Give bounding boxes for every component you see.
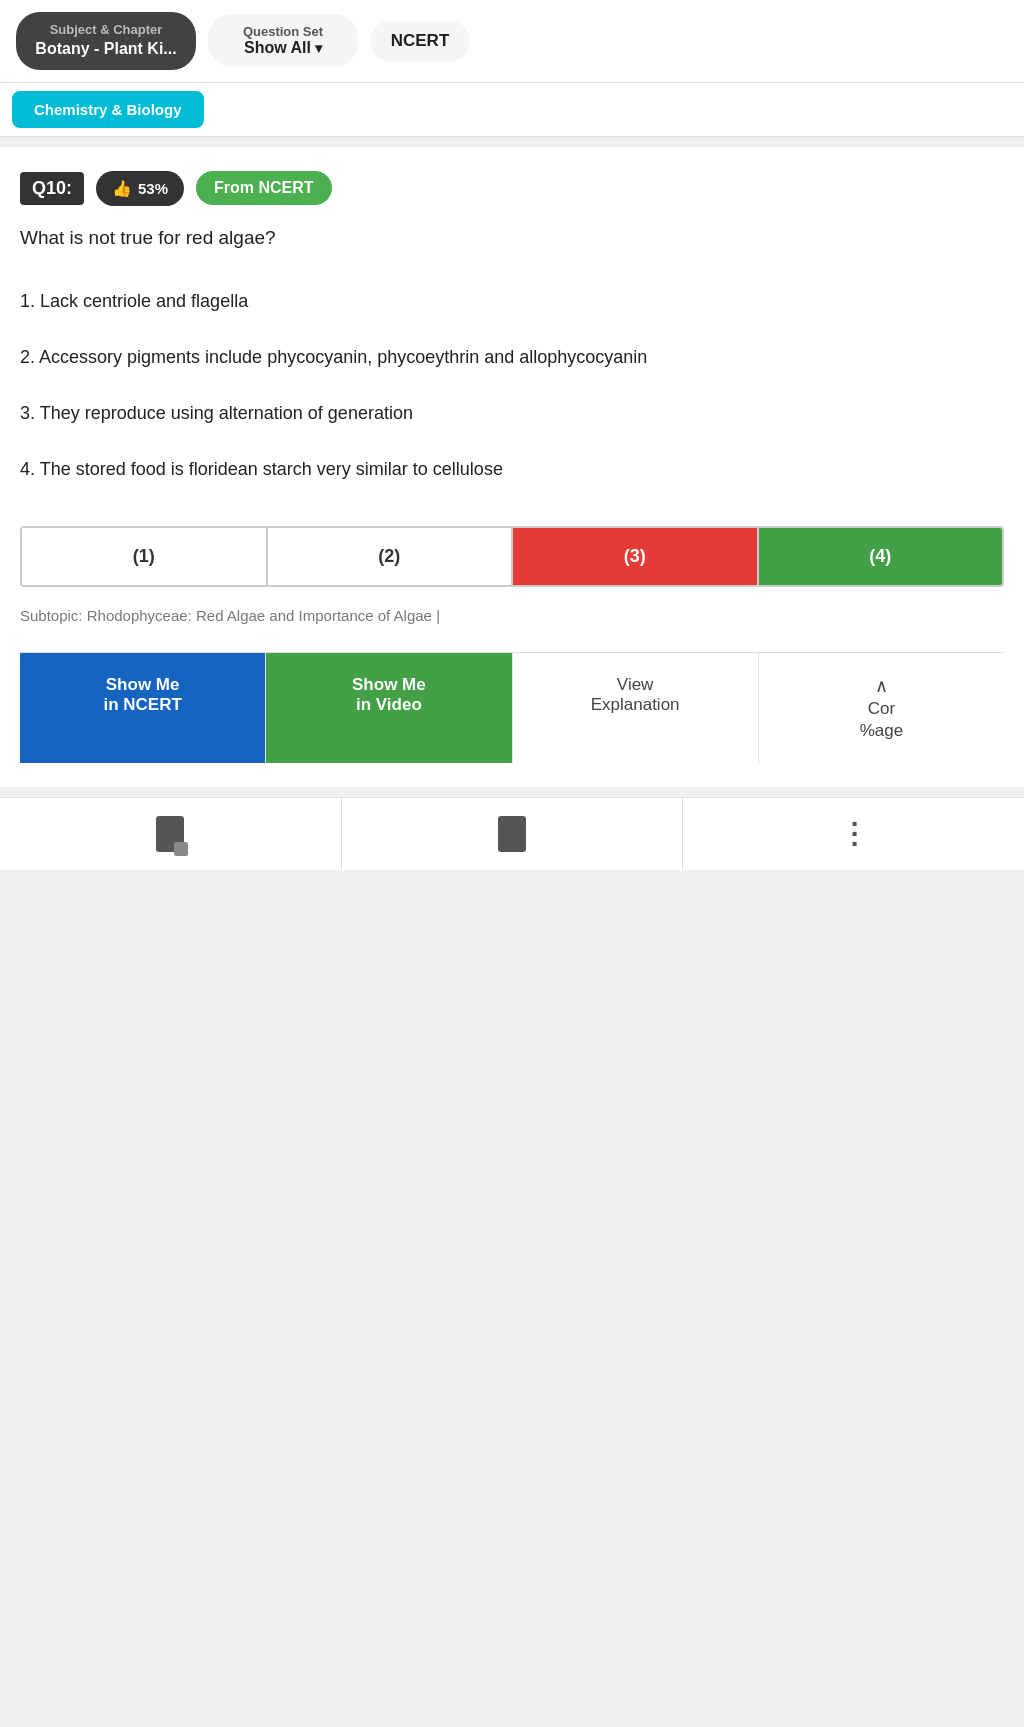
- option-3-num: 3.: [20, 403, 40, 423]
- more-options-icon: ⋮: [840, 820, 868, 848]
- subject-label: Subject & Chapter: [34, 22, 178, 39]
- bottom-icon-3[interactable]: ⋮: [683, 798, 1024, 870]
- answer-option-1[interactable]: (1): [22, 528, 268, 585]
- question-text: What is not true for red algae?: [20, 224, 1004, 253]
- show-ncert-label: Show Mein NCERT: [103, 675, 181, 714]
- document-icon: [156, 816, 184, 852]
- options-list: 1. Lack centriole and flagella 2. Access…: [20, 274, 1004, 498]
- answer-option-4[interactable]: (4): [759, 528, 1003, 585]
- question-header: Q10: 👍 53% From NCERT: [20, 171, 1004, 206]
- show-video-button[interactable]: Show Mein Video: [266, 653, 512, 763]
- thumbs-up-icon: 👍: [112, 179, 132, 198]
- source-badge: From NCERT: [196, 171, 332, 205]
- bookmark-icon: [498, 816, 526, 852]
- header: Subject & Chapter Botany - Plant Ki... Q…: [0, 0, 1024, 83]
- bottom-icon-2[interactable]: [342, 798, 684, 870]
- questionset-label: Question Set: [226, 24, 340, 39]
- option-4-text: The stored food is floridean starch very…: [40, 459, 503, 479]
- subject-chapter-button[interactable]: Subject & Chapter Botany - Plant Ki...: [16, 12, 196, 70]
- option-2[interactable]: 2. Accessory pigments include phycocyani…: [20, 330, 1004, 386]
- view-explanation-label: ViewExplanation: [591, 675, 680, 714]
- option-4-num: 4.: [20, 459, 40, 479]
- option-2-text: Accessory pigments include phycocyanin, …: [39, 347, 647, 367]
- tab-chem-bio[interactable]: Chemistry & Biology: [12, 91, 204, 128]
- like-percent: 53%: [138, 180, 168, 197]
- option-1-num: 1.: [20, 291, 40, 311]
- like-badge: 👍 53%: [96, 171, 184, 206]
- action-buttons: Show Mein NCERT Show Mein Video ViewExpl…: [20, 652, 1004, 763]
- answer-option-3[interactable]: (3): [513, 528, 759, 585]
- answer-bar: (1) (2) (3) (4): [20, 526, 1004, 587]
- question-set-button[interactable]: Question Set Show All ▾: [208, 14, 358, 67]
- option-1[interactable]: 1. Lack centriole and flagella: [20, 274, 1004, 330]
- questionset-value: Show All ▾: [226, 39, 340, 57]
- ncert-button[interactable]: NCERT: [370, 21, 470, 61]
- option-2-num: 2.: [20, 347, 39, 367]
- show-ncert-button[interactable]: Show Mein NCERT: [20, 653, 266, 763]
- correct-label: Cor: [868, 699, 895, 719]
- bottom-icon-1[interactable]: [0, 798, 342, 870]
- question-number: Q10:: [20, 172, 84, 205]
- answer-option-2[interactable]: (2): [268, 528, 514, 585]
- show-video-label: Show Mein Video: [352, 675, 426, 714]
- subtopic-text: Subtopic: Rhodophyceae: Red Algae and Im…: [20, 605, 1004, 628]
- chevron-up-icon: ∧: [875, 675, 888, 697]
- option-3-text: They reproduce using alternation of gene…: [40, 403, 413, 423]
- tabs-strip: Chemistry & Biology: [0, 83, 1024, 137]
- option-1-text: Lack centriole and flagella: [40, 291, 248, 311]
- chevron-down-icon: ▾: [315, 40, 322, 56]
- bottom-icon-bar: ⋮: [0, 797, 1024, 870]
- correct-percentage-button[interactable]: ∧ Cor %age: [759, 653, 1004, 763]
- option-4[interactable]: 4. The stored food is floridean starch v…: [20, 442, 1004, 498]
- question-card: Q10: 👍 53% From NCERT What is not true f…: [0, 147, 1024, 787]
- option-3[interactable]: 3. They reproduce using alternation of g…: [20, 386, 1004, 442]
- view-explanation-button[interactable]: ViewExplanation: [513, 653, 759, 763]
- percentage-label: %age: [860, 721, 903, 741]
- subject-value: Botany - Plant Ki...: [34, 39, 178, 60]
